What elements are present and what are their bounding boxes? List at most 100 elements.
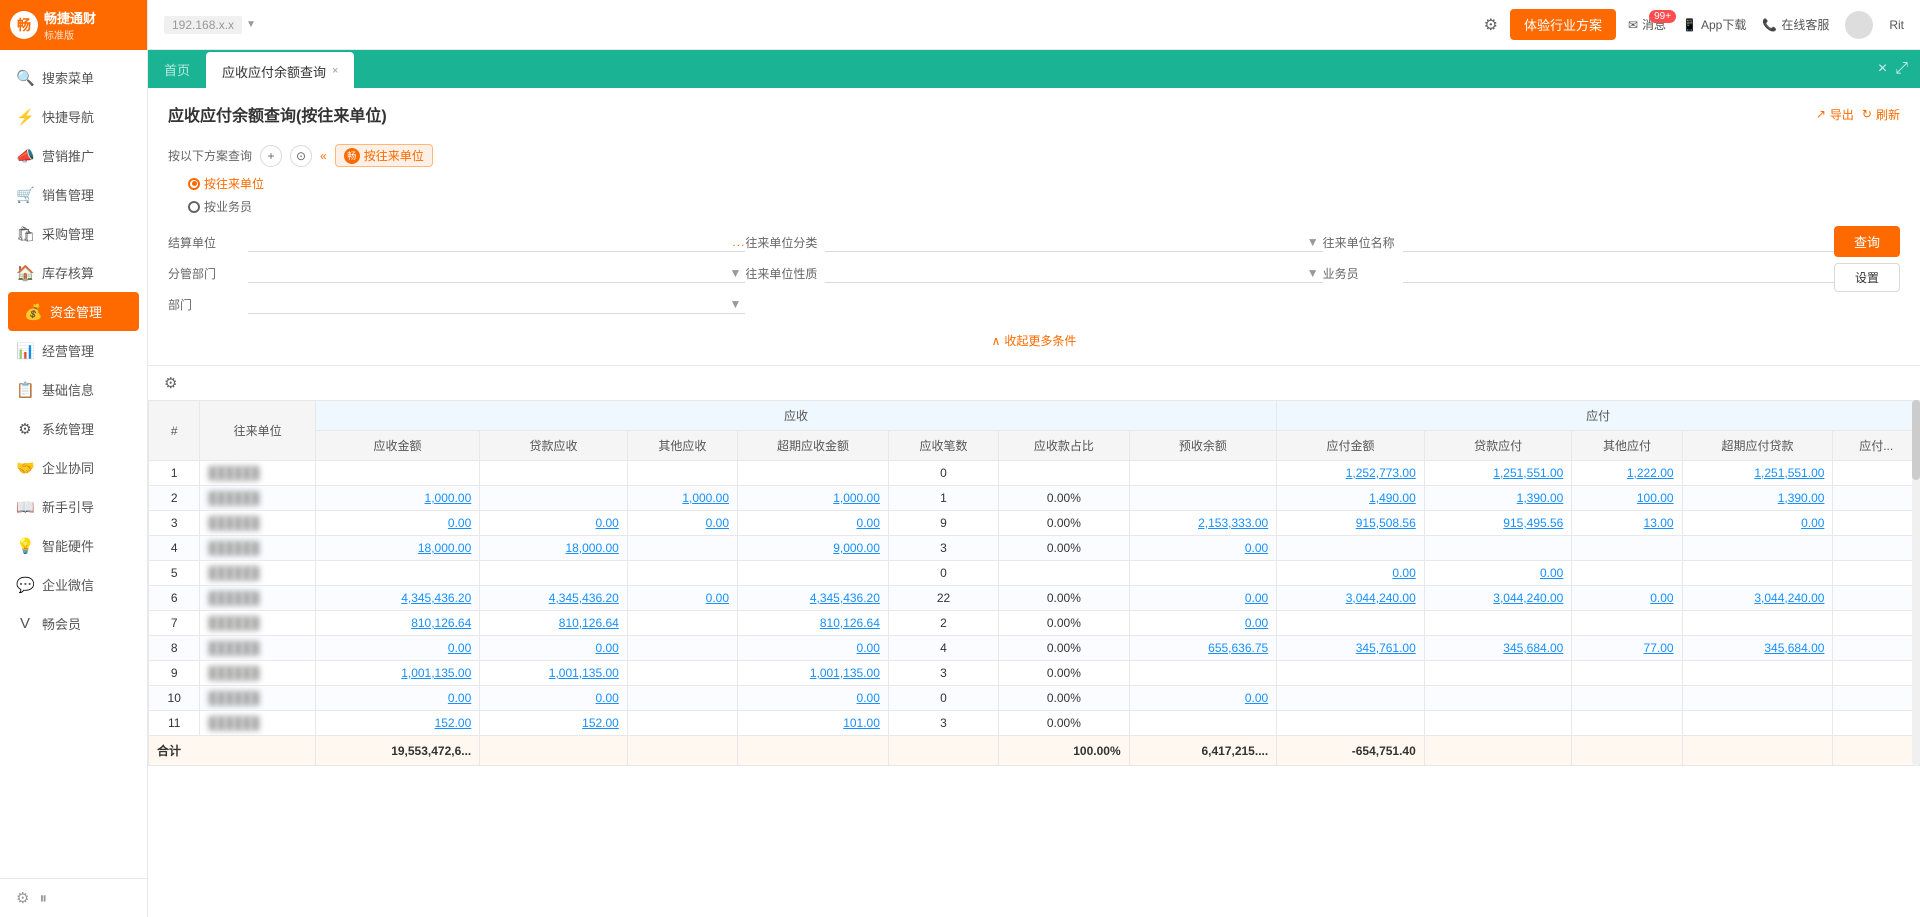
cell-link[interactable]: 4,345,436.20 (810, 591, 880, 605)
cell-link[interactable]: 1,251,551.00 (1493, 466, 1563, 480)
sidebar-item-wechat[interactable]: 💬企业微信 (0, 565, 147, 604)
partner-name-input[interactable] (1403, 233, 1900, 252)
cell-link[interactable]: 77.00 (1644, 641, 1674, 655)
export-button[interactable]: ↗ 导出 (1816, 106, 1854, 123)
sidebar-item-quick-nav[interactable]: ⚡快捷导航 (0, 97, 147, 136)
cell-link[interactable]: 152.00 (435, 716, 472, 730)
cell-link[interactable]: 13.00 (1644, 516, 1674, 530)
salesman-input[interactable] (1403, 264, 1887, 282)
cell-link[interactable]: 1,252,773.00 (1346, 466, 1416, 480)
cell-link[interactable]: 9,000.00 (833, 541, 880, 555)
cell-link[interactable]: 0.00 (595, 516, 618, 530)
table-settings-icon[interactable]: ⚙ (164, 374, 177, 392)
cell-link[interactable]: 0.00 (857, 691, 880, 705)
query-button[interactable]: 查询 (1834, 226, 1900, 257)
add-scheme-button[interactable]: + (260, 145, 282, 167)
cell-link[interactable]: 810,126.64 (411, 616, 471, 630)
promo-button[interactable]: 体验行业方案 (1510, 9, 1616, 40)
dept2-chevron-icon[interactable]: ▼ (725, 297, 745, 311)
cell-link[interactable]: 100.00 (1637, 491, 1674, 505)
cell-link[interactable]: 0.00 (706, 516, 729, 530)
partner-nature-input[interactable] (825, 264, 1302, 282)
cell-link[interactable]: 18,000.00 (565, 541, 618, 555)
sidebar-item-operation[interactable]: 📊经营管理 (0, 331, 147, 370)
cell-link[interactable]: 810,126.64 (559, 616, 619, 630)
cell-link[interactable]: 0.00 (706, 591, 729, 605)
tab-close-all-icon[interactable]: × (1878, 60, 1887, 78)
cell-link[interactable]: 0.00 (1392, 566, 1415, 580)
cell-link[interactable]: 1,251,551.00 (1754, 466, 1824, 480)
cell-link[interactable]: 0.00 (857, 516, 880, 530)
dept2-input[interactable] (248, 295, 725, 313)
sidebar-item-fund[interactable]: 💰资金管理 (8, 292, 139, 331)
cell-link[interactable]: 152.00 (582, 716, 619, 730)
sidebar-item-sales[interactable]: 🛒销售管理 (0, 175, 147, 214)
sidebar-item-guide[interactable]: 📖新手引导 (0, 487, 147, 526)
cell-link[interactable]: 2,153,333.00 (1198, 516, 1268, 530)
cell-link[interactable]: 1,000.00 (425, 491, 472, 505)
collapse-scheme-button[interactable]: « (320, 149, 327, 163)
settlement-unit-input[interactable] (248, 233, 732, 251)
cell-link[interactable]: 915,508.56 (1356, 516, 1416, 530)
sidebar-item-inventory[interactable]: 🏠库存核算 (0, 253, 147, 292)
cell-link[interactable]: 915,495.56 (1503, 516, 1563, 530)
tab-ar-ap-query[interactable]: 应收应付余额查询 × (206, 52, 354, 90)
sidebar-item-enterprise[interactable]: 🤝企业协同 (0, 448, 147, 487)
message-button[interactable]: ✉ 消息 99+ (1628, 16, 1666, 33)
cell-link[interactable]: 3,044,240.00 (1493, 591, 1563, 605)
cell-link[interactable]: 1,490.00 (1369, 491, 1416, 505)
online-service-button[interactable]: 📞 在线客服 (1762, 16, 1829, 33)
cell-link[interactable]: 0.00 (1540, 566, 1563, 580)
topbar-settings-icon[interactable]: ⚙ (1484, 15, 1498, 35)
cell-link[interactable]: 345,684.00 (1764, 641, 1824, 655)
cell-link[interactable]: 345,684.00 (1503, 641, 1563, 655)
sidebar-item-marketing[interactable]: 📣营销推广 (0, 136, 147, 175)
cell-link[interactable]: 655,636.75 (1208, 641, 1268, 655)
cell-link[interactable]: 4,345,436.20 (401, 591, 471, 605)
partner-category-input[interactable] (825, 233, 1302, 251)
sidebar-item-basic[interactable]: 📋基础信息 (0, 370, 147, 409)
cell-link[interactable]: 0.00 (1801, 516, 1824, 530)
cell-link[interactable]: 810,126.64 (820, 616, 880, 630)
cell-link[interactable]: 1,001,135.00 (810, 666, 880, 680)
settings-footer-icon[interactable]: ⚙ (16, 889, 29, 907)
settings-button[interactable]: 设置 (1834, 263, 1900, 292)
refresh-button[interactable]: ↻ 刷新 (1862, 106, 1900, 123)
app-download-button[interactable]: 📱 App下载 (1682, 16, 1746, 33)
cell-link[interactable]: 1,390.00 (1778, 491, 1825, 505)
cell-link[interactable]: 0.00 (1245, 591, 1268, 605)
tab-home[interactable]: 首页 (148, 50, 206, 88)
sidebar-item-search-menu[interactable]: 🔍搜索菜单 (0, 58, 147, 97)
cell-link[interactable]: 0.00 (857, 641, 880, 655)
sidebar-item-member[interactable]: V畅会员 (0, 604, 147, 643)
cell-link[interactable]: 1,222.00 (1627, 466, 1674, 480)
cell-link[interactable]: 0.00 (595, 691, 618, 705)
cell-link[interactable]: 18,000.00 (418, 541, 471, 555)
tab-ar-close-icon[interactable]: × (332, 65, 338, 77)
cell-link[interactable]: 0.00 (1650, 591, 1673, 605)
partner-category-chevron-icon[interactable]: ▼ (1303, 235, 1323, 249)
cell-link[interactable]: 3,044,240.00 (1346, 591, 1416, 605)
scrollbar-thumb[interactable] (1912, 400, 1920, 480)
sub-scheme-partner[interactable]: 按往来单位 (168, 175, 1900, 198)
cell-link[interactable]: 3,044,240.00 (1754, 591, 1824, 605)
cell-link[interactable]: 1,001,135.00 (549, 666, 619, 680)
cell-link[interactable]: 1,390.00 (1517, 491, 1564, 505)
tab-expand-icon[interactable]: ⤢ (1895, 60, 1908, 78)
partner-nature-chevron-icon[interactable]: ▼ (1303, 266, 1323, 280)
cell-link[interactable]: 0.00 (595, 641, 618, 655)
cell-link[interactable]: 4,345,436.20 (549, 591, 619, 605)
settlement-unit-dots-icon[interactable]: ... (732, 235, 745, 249)
collapse-footer-icon[interactable]: ⏸ (39, 890, 47, 907)
dept-input[interactable] (248, 264, 725, 282)
cell-link[interactable]: 1,000.00 (833, 491, 880, 505)
cell-link[interactable]: 0.00 (1245, 691, 1268, 705)
sub-scheme-salesman[interactable]: 按业务员 (168, 198, 1900, 221)
cell-link[interactable]: 0.00 (448, 691, 471, 705)
dept-chevron-icon[interactable]: ▼ (725, 266, 745, 280)
sidebar-item-system[interactable]: ⚙系统管理 (0, 409, 147, 448)
cell-link[interactable]: 0.00 (1245, 616, 1268, 630)
sidebar-item-hardware[interactable]: 💡智能硬件 (0, 526, 147, 565)
scrollbar-track[interactable] (1912, 400, 1920, 766)
cell-link[interactable]: 345,761.00 (1356, 641, 1416, 655)
